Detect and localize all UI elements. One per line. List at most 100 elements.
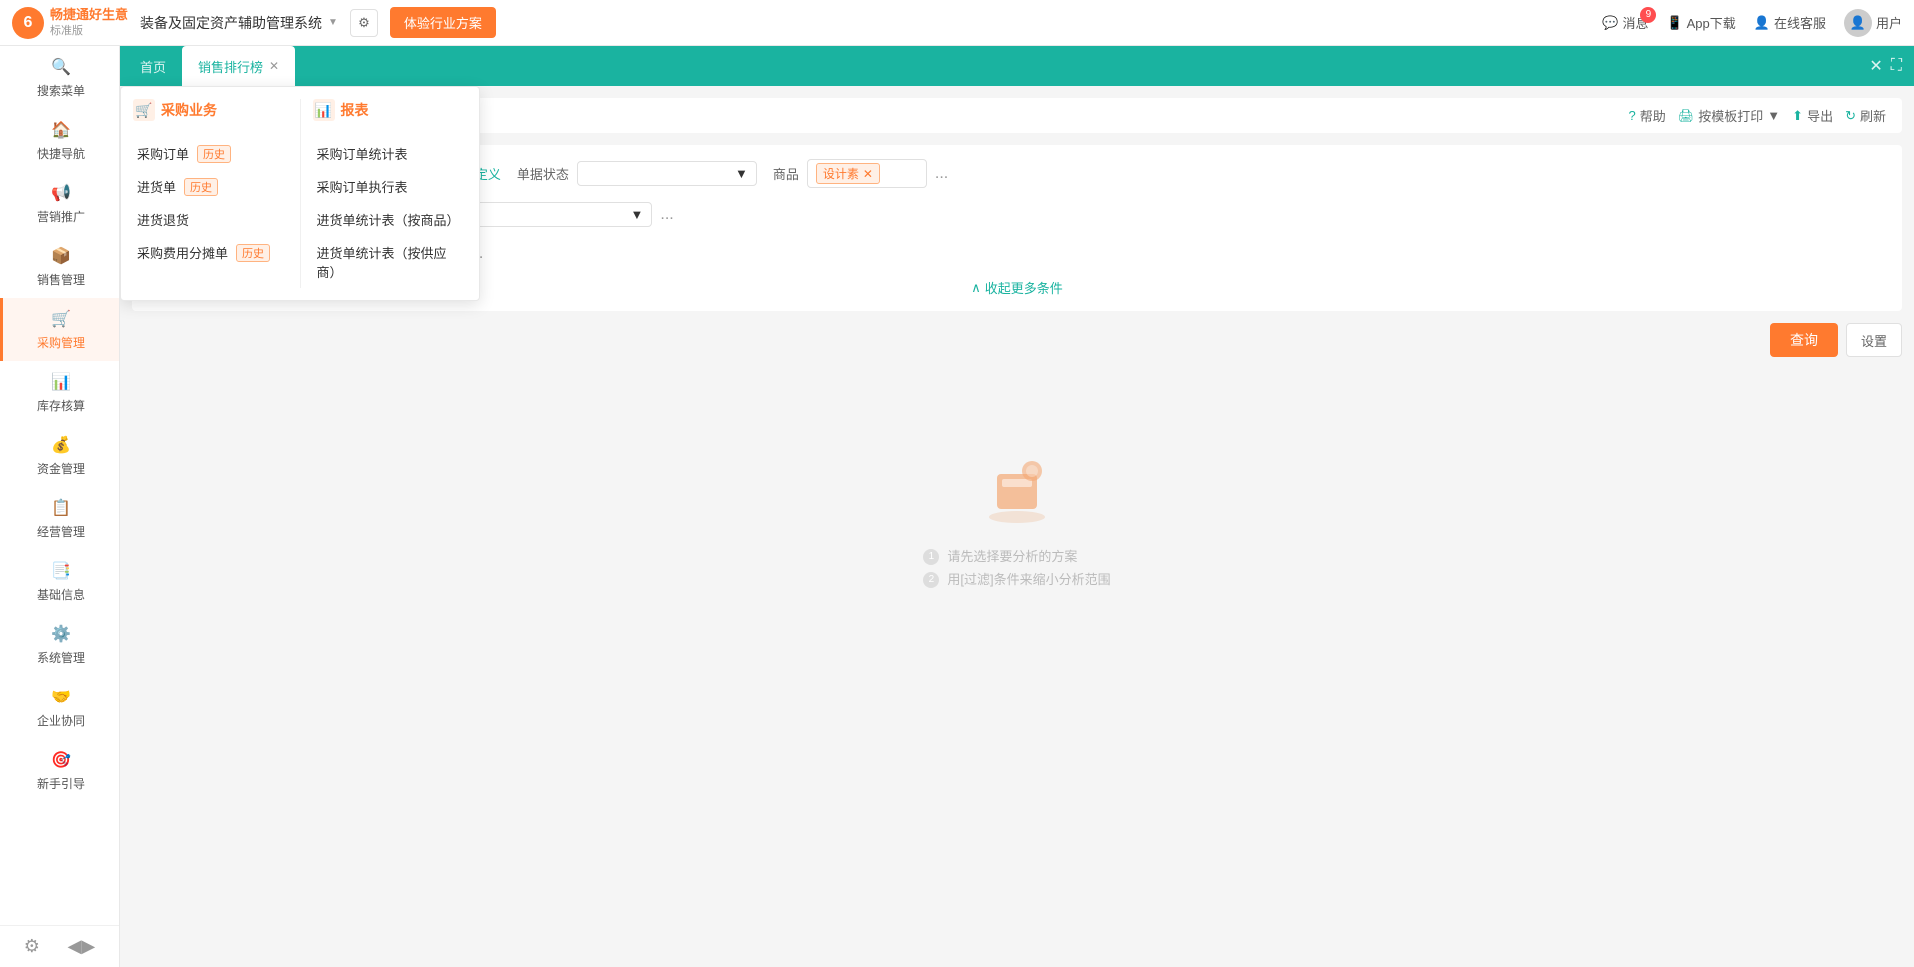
purchase-col: 🛒 采购业务 采购订单 历史 进货单 历史 进货退货	[121, 99, 300, 288]
dropdown-menu: 🛒 采购业务 采购订单 历史 进货单 历史 进货退货	[120, 86, 480, 301]
dropdown-item-purchase-order[interactable]: 采购订单 历史	[133, 137, 288, 170]
report-col-header: 📊 报表	[313, 99, 468, 127]
history-tag: 历史	[184, 178, 218, 196]
header-right: 💬 消息 9 📱 App下载 👤 在线客服 👤 用户	[1602, 9, 1902, 37]
message-button[interactable]: 💬 消息 9	[1602, 13, 1648, 32]
online-service-button[interactable]: 👤 在线客服	[1754, 13, 1826, 32]
collapse-button[interactable]: ∧ 收起更多条件	[971, 278, 1063, 297]
dropdown-item-purchase-expense[interactable]: 采购费用分摊单 历史	[133, 236, 288, 269]
message-icon: 💬	[1602, 15, 1618, 31]
goods-more-icon[interactable]: ...	[935, 165, 948, 183]
table-settings-button[interactable]: 设置	[1846, 323, 1902, 357]
print-dropdown-icon[interactable]: ▼	[1767, 108, 1780, 123]
sidebar-item-purchase[interactable]: 🛒 采购管理	[0, 298, 119, 361]
home-icon: 🏠	[50, 119, 72, 141]
main-layout: 🔍 搜索菜单 🏠 快捷导航 📢 营销推广 📦 销售管理 🛒 采购管理 📊 库存核…	[0, 46, 1914, 967]
refresh-icon: ↻	[1845, 108, 1856, 124]
system-settings-button[interactable]: ⚙	[350, 9, 378, 37]
tab-expand-icon[interactable]: ⛶	[1891, 57, 1902, 75]
avatar: 👤	[1844, 9, 1872, 37]
app-download-button[interactable]: 📱 App下载	[1666, 13, 1735, 32]
search-icon: 🔍	[50, 56, 72, 78]
enterprise-icon: 🤝	[50, 686, 72, 708]
guide-icon: 🎯	[50, 749, 72, 771]
refresh-button[interactable]: ↻ 刷新	[1845, 106, 1886, 125]
sidebar-bottom: ⚙ ◀▶	[0, 925, 119, 967]
sidebar-item-sales[interactable]: 📦 销售管理	[0, 235, 119, 298]
history-tag: 历史	[236, 244, 270, 262]
salesperson-select[interactable]: ▼	[472, 202, 652, 227]
query-settings-row: 查询 设置	[132, 323, 1902, 357]
tab-sales-rank[interactable]: 销售排行榜 ✕	[182, 46, 295, 86]
app-download-icon: 📱	[1666, 15, 1682, 31]
export-button[interactable]: ⬆ 导出	[1792, 106, 1833, 125]
dropdown-item-goods-stat-by-supplier[interactable]: 进货单统计表（按供应商）	[313, 236, 468, 288]
help-button[interactable]: ? 帮助	[1629, 106, 1666, 125]
report-col: 📊 报表 采购订单统计表 采购订单执行表 进货单统计表（按商品） 进货单统计表（…	[300, 99, 480, 288]
sidebar: 🔍 搜索菜单 🏠 快捷导航 📢 营销推广 📦 销售管理 🛒 采购管理 📊 库存核…	[0, 46, 120, 967]
logo-text: 畅捷通好生意 标准版	[50, 7, 128, 38]
content-area: 首页 销售排行榜 ✕ ✕ ⛶ 🛒 采购业务	[120, 46, 1914, 967]
operations-icon: 📋	[50, 497, 72, 519]
print-icon: 🖨	[1678, 108, 1695, 124]
empty-state: 1 请先选择要分析的方案 2 用[过滤]条件来缩小分析范围	[132, 369, 1902, 672]
sidebar-item-marketing[interactable]: 📢 营销推广	[0, 172, 119, 235]
sales-icon: 📦	[50, 245, 72, 267]
inventory-icon: 📊	[50, 371, 72, 393]
goods-tag: 设计素 ✕	[816, 163, 880, 184]
avatar-icon: 👤	[1850, 15, 1866, 31]
sidebar-item-operations[interactable]: 📋 经营管理	[0, 487, 119, 550]
sidebar-item-guide[interactable]: 🎯 新手引导	[0, 739, 119, 802]
export-icon: ⬆	[1792, 108, 1803, 124]
voucher-status-select[interactable]: ▼	[577, 161, 757, 186]
report-col-icon: 📊	[313, 99, 335, 121]
goods-filter: 商品 设计素 ✕ ...	[773, 159, 948, 188]
goods-input[interactable]: 设计素 ✕	[807, 159, 927, 188]
finance-icon: 💰	[50, 434, 72, 456]
header-left: 6 畅捷通好生意 标准版 装备及固定资产辅助管理系统 ▼ ⚙ 体验行业方案	[12, 7, 496, 39]
logo-area: 6 畅捷通好生意 标准版	[12, 7, 128, 39]
purchase-icon: 🛒	[50, 308, 72, 330]
dropdown-item-goods-stat-by-product[interactable]: 进货单统计表（按商品）	[313, 203, 468, 236]
empty-illustration	[977, 449, 1057, 529]
dropdown-item-goods-receipt[interactable]: 进货单 历史	[133, 170, 288, 203]
trial-button[interactable]: 体验行业方案	[390, 7, 496, 38]
sidebar-item-search[interactable]: 🔍 搜索菜单	[0, 46, 119, 109]
online-service-icon: 👤	[1754, 15, 1770, 31]
sidebar-item-quicknav[interactable]: 🏠 快捷导航	[0, 109, 119, 172]
marketing-icon: 📢	[50, 182, 72, 204]
dropdown-item-purchase-order-stat[interactable]: 采购订单统计表	[313, 137, 468, 170]
purchase-col-icon: 🛒	[133, 99, 155, 121]
dropdown-columns: 🛒 采购业务 采购订单 历史 进货单 历史 进货退货	[121, 99, 479, 288]
empty-hint: 1 请先选择要分析的方案 2 用[过滤]条件来缩小分析范围	[923, 545, 1110, 592]
sidebar-item-basic[interactable]: 📑 基础信息	[0, 550, 119, 613]
sidebar-item-finance[interactable]: 💰 资金管理	[0, 424, 119, 487]
system-icon: ⚙️	[50, 623, 72, 645]
tab-close-icon[interactable]: ✕	[269, 59, 279, 73]
sidebar-settings-button[interactable]: ⚙	[24, 936, 40, 957]
sidebar-item-enterprise[interactable]: 🤝 企业协同	[0, 676, 119, 739]
top-header: 6 畅捷通好生意 标准版 装备及固定资产辅助管理系统 ▼ ⚙ 体验行业方案 💬 …	[0, 0, 1914, 46]
tab-close-all-icon[interactable]: ✕	[1869, 56, 1882, 76]
salesperson-dots[interactable]: ...	[660, 206, 673, 224]
chevron-down-icon: ▼	[631, 207, 644, 222]
dropdown-item-goods-return[interactable]: 进货退货	[133, 203, 288, 236]
help-icon: ?	[1629, 108, 1636, 123]
voucher-status-filter: 单据状态 ▼	[517, 161, 757, 186]
history-tag: 历史	[197, 145, 231, 163]
user-button[interactable]: 👤 用户	[1844, 9, 1902, 37]
logo-icon: 6	[12, 7, 44, 39]
sidebar-collapse-button[interactable]: ◀▶	[68, 936, 96, 957]
tab-home[interactable]: 首页	[124, 46, 182, 86]
dropdown-item-purchase-order-exec[interactable]: 采购订单执行表	[313, 170, 468, 203]
sidebar-item-system[interactable]: ⚙️ 系统管理	[0, 613, 119, 676]
system-title-dropdown-icon[interactable]: ▼	[328, 17, 338, 28]
query-button[interactable]: 查询	[1770, 323, 1838, 357]
chevron-down-icon: ▼	[735, 166, 748, 181]
system-title: 装备及固定资产辅助管理系统 ▼	[140, 13, 338, 33]
print-button[interactable]: 🖨 按模板打印 ▼	[1678, 106, 1780, 125]
collapse-icon: ∧	[971, 280, 981, 296]
goods-tag-close[interactable]: ✕	[863, 167, 873, 181]
tab-bar-right: ✕ ⛶	[1869, 56, 1910, 76]
sidebar-item-inventory[interactable]: 📊 库存核算	[0, 361, 119, 424]
